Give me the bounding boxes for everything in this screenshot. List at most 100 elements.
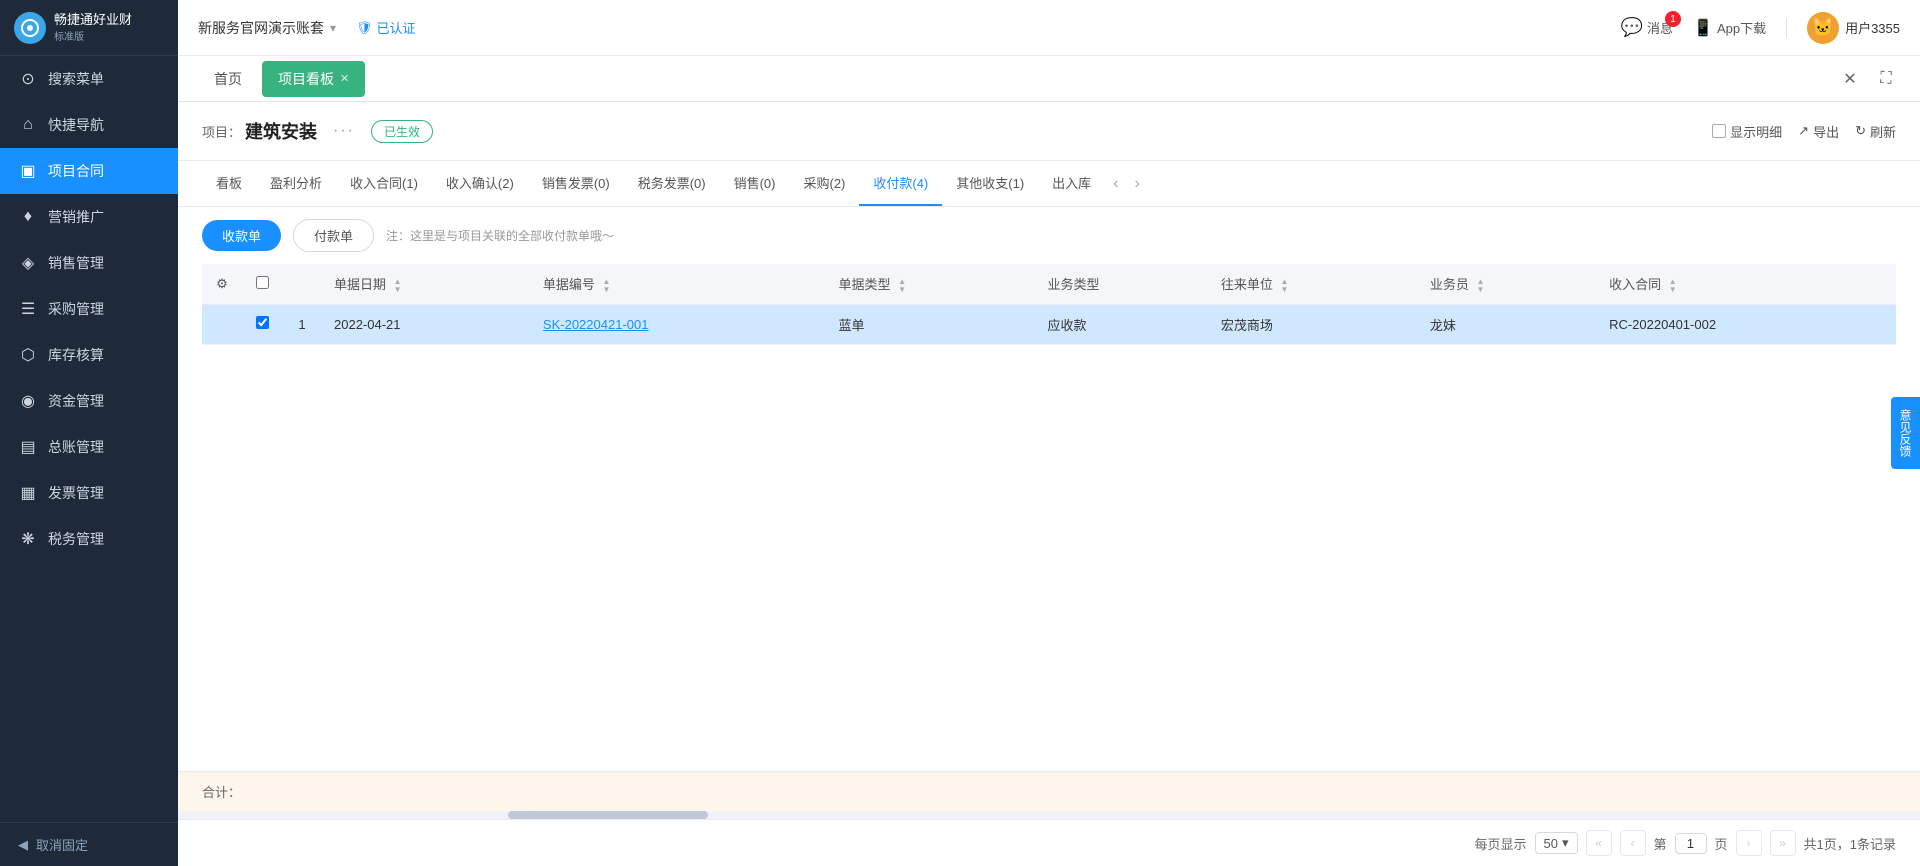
sidebar-footer-pin[interactable]: ◀ 取消固定 <box>0 822 178 866</box>
sidebar-label-invoice: 发票管理 <box>48 483 104 503</box>
total-label: 合计： <box>202 785 241 800</box>
sec-tab-profit[interactable]: 盈利分析 <box>256 161 336 206</box>
subtab-payment-btn[interactable]: 付款单 <box>293 219 374 252</box>
sec-nav-next-arrow[interactable]: › <box>1127 175 1148 193</box>
sidebar-item-inventory[interactable]: ⬡ 库存核算 <box>0 332 178 378</box>
prev-page-btn[interactable]: ‹ <box>1620 830 1646 856</box>
row-check-0[interactable] <box>242 304 282 344</box>
row-partner-0: 宏茂商场 <box>1209 304 1418 344</box>
scroll-thumb[interactable] <box>508 811 708 819</box>
select-all-checkbox[interactable] <box>256 276 269 289</box>
subtab-receipt-btn[interactable]: 收款单 <box>202 220 281 251</box>
current-page-input[interactable] <box>1675 833 1707 854</box>
tab-home[interactable]: 首页 <box>198 61 258 97</box>
app-logo-icon <box>14 12 46 44</box>
tab-close-btn[interactable]: ✕ <box>1836 65 1864 93</box>
per-page-select[interactable]: 50 ▾ <box>1535 832 1578 854</box>
sidebar-nav: ⊙ 搜索菜单 ⌂ 快捷导航 ▣ 项目合同 ♦ 营销推广 ◈ 销售管理 ☰ 采购管… <box>0 56 178 822</box>
tab-project-board[interactable]: 项目看板 ✕ <box>262 61 365 97</box>
tab-home-label: 首页 <box>214 69 242 89</box>
sort-type-icon[interactable]: ▲▼ <box>898 278 906 294</box>
app-label: App下载 <box>1717 18 1766 37</box>
col-index <box>282 264 322 304</box>
sec-tab-sales-invoice[interactable]: 销售发票(0) <box>528 161 624 206</box>
export-action[interactable]: ↗ 导出 <box>1798 122 1839 141</box>
sec-tab-purchase[interactable]: 采购(2) <box>789 161 859 206</box>
first-page-btn[interactable]: « <box>1586 830 1612 856</box>
sidebar-icon-invoice: ▦ <box>18 483 38 503</box>
sidebar-item-marketing[interactable]: ♦ 营销推广 <box>0 194 178 240</box>
sidebar-label-sales: 销售管理 <box>48 253 104 273</box>
feedback-button[interactable]: 意见反馈 <box>1891 397 1920 469</box>
sidebar-icon-quicknav: ⌂ <box>18 115 38 135</box>
row-gear-0 <box>202 304 242 344</box>
next-page-btn[interactable]: › <box>1736 830 1762 856</box>
show-detail-action[interactable]: 显示明细 <box>1712 122 1782 141</box>
sidebar-item-ledger[interactable]: ▤ 总账管理 <box>0 424 178 470</box>
sidebar-label-ledger: 总账管理 <box>48 437 104 457</box>
col-check <box>242 264 282 304</box>
table-row[interactable]: 1 2022-04-21 SK-20220421-001 蓝单 应收款 宏茂商场… <box>202 304 1896 344</box>
sidebar-item-sales[interactable]: ◈ 销售管理 <box>0 240 178 286</box>
sidebar-item-capital[interactable]: ◉ 资金管理 <box>0 378 178 424</box>
sidebar-footer-label: 取消固定 <box>36 835 88 854</box>
sidebar-item-tax[interactable]: ❋ 税务管理 <box>0 516 178 562</box>
tabsbar-controls: ✕ ⛶ <box>1836 65 1900 93</box>
sidebar-item-quicknav[interactable]: ⌂ 快捷导航 <box>0 102 178 148</box>
sec-tab-kanban[interactable]: 看板 <box>202 161 256 206</box>
sidebar-item-search[interactable]: ⊙ 搜索菜单 <box>0 56 178 102</box>
sidebar-item-invoice[interactable]: ▦ 发票管理 <box>0 470 178 516</box>
topbar-dropdown-icon: ▾ <box>330 21 336 35</box>
sort-salesman-icon[interactable]: ▲▼ <box>1476 278 1484 294</box>
row-date-0: 2022-04-21 <box>322 304 531 344</box>
phone-icon: 📱 <box>1693 18 1713 38</box>
sec-tab-tax-invoice[interactable]: 税务发票(0) <box>624 161 720 206</box>
per-page-dropdown-icon: ▾ <box>1562 835 1569 851</box>
show-detail-checkbox[interactable] <box>1712 124 1726 138</box>
scroll-indicator[interactable] <box>178 811 1920 819</box>
user-label: 用户3355 <box>1845 18 1900 37</box>
sec-tab-receipt[interactable]: 收付款(4) <box>859 161 942 206</box>
sort-number-icon[interactable]: ▲▼ <box>603 278 611 294</box>
row-biz-type-0: 应收款 <box>1035 304 1208 344</box>
topbar-app-download[interactable]: 📱 App下载 <box>1693 18 1766 38</box>
tab-maximize-btn[interactable]: ⛶ <box>1872 65 1900 93</box>
project-more-btn[interactable]: ··· <box>333 122 355 140</box>
refresh-action[interactable]: ↻ 刷新 <box>1855 122 1896 141</box>
sec-nav-prev-arrow[interactable]: ‹ <box>1105 175 1126 193</box>
sidebar-item-contract[interactable]: ▣ 项目合同 <box>0 148 178 194</box>
sec-tab-other-income[interactable]: 其他收支(1) <box>942 161 1038 206</box>
sidebar-icon-sales: ◈ <box>18 253 38 273</box>
row-index-0: 1 <box>282 304 322 344</box>
sec-tab-income-contract[interactable]: 收入合同(1) <box>336 161 432 206</box>
topbar-project[interactable]: 新服务官网演示账套 ▾ <box>198 18 336 38</box>
sidebar-label-inventory: 库存核算 <box>48 345 104 365</box>
sidebar-icon-capital: ◉ <box>18 391 38 411</box>
sort-date-icon[interactable]: ▲▼ <box>394 278 402 294</box>
project-name: 建筑安装 <box>245 118 317 144</box>
sort-partner-icon[interactable]: ▲▼ <box>1281 278 1289 294</box>
table-header: ⚙ 单据日期 ▲▼ 单据编号 ▲▼ 单据类型 ▲▼ <box>202 264 1896 304</box>
row-income-contract-0: RC-20220401-002 <box>1597 304 1896 344</box>
page-total: 共1页，1条记录 <box>1804 834 1896 853</box>
tab-project-board-close[interactable]: ✕ <box>340 72 349 85</box>
sec-tab-sales[interactable]: 销售(0) <box>720 161 790 206</box>
sidebar-item-purchase[interactable]: ☰ 采购管理 <box>0 286 178 332</box>
sec-tab-income-confirm[interactable]: 收入确认(2) <box>432 161 528 206</box>
per-page-value: 50 <box>1544 836 1558 851</box>
row-checkbox-0[interactable] <box>256 316 269 329</box>
page-prefix-label: 第 <box>1654 834 1667 853</box>
sidebar-icon-tax: ❋ <box>18 529 38 549</box>
page-suffix-label: 页 <box>1715 834 1728 853</box>
topbar-user[interactable]: 🐱 用户3355 <box>1807 12 1900 44</box>
last-page-btn[interactable]: » <box>1770 830 1796 856</box>
sidebar-label-quicknav: 快捷导航 <box>48 115 104 135</box>
col-gear[interactable]: ⚙ <box>202 264 242 304</box>
main-area: 新服务官网演示账套 ▾ 🛡 已认证 💬 消息 1 📱 App下载 🐱 用户335… <box>178 0 1920 866</box>
topbar-message[interactable]: 💬 消息 1 <box>1621 17 1673 38</box>
col-number: 单据编号 ▲▼ <box>531 264 827 304</box>
sort-contract-icon[interactable]: ▲▼ <box>1669 278 1677 294</box>
sec-tab-inout[interactable]: 出入库 <box>1038 161 1105 206</box>
row-number-0[interactable]: SK-20220421-001 <box>531 304 827 344</box>
sidebar-icon-marketing: ♦ <box>18 207 38 227</box>
